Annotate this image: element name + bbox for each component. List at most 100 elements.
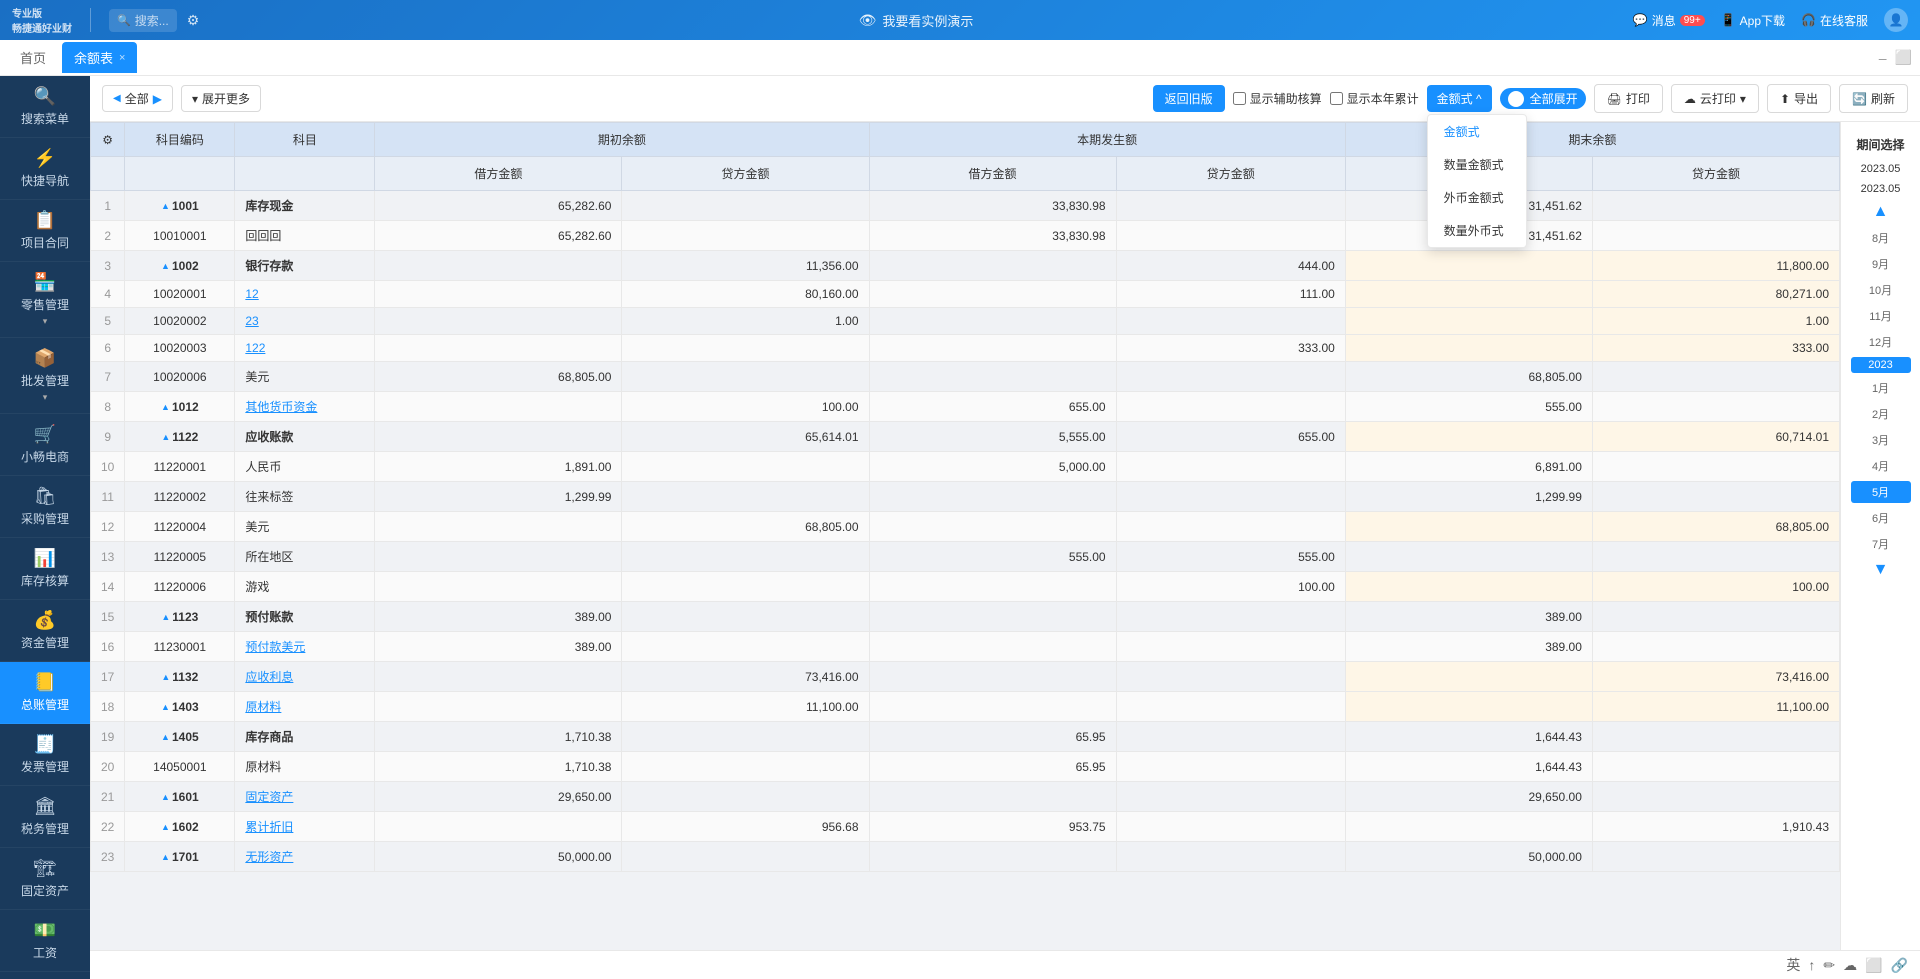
tab-close-icon[interactable]: × xyxy=(119,52,125,64)
table-row[interactable]: 8▲1012其他货币资金100.00655.00555.00 xyxy=(91,392,1840,422)
table-row[interactable]: 610020003122333.00333.00 xyxy=(91,335,1840,362)
sidebar-item-invoice[interactable]: 🧾 发票管理 xyxy=(0,724,90,786)
mode-option-qty-amount[interactable]: 数量金额式 xyxy=(1428,148,1526,181)
month-8[interactable]: 8月 xyxy=(1851,227,1911,249)
month-6[interactable]: 6月 xyxy=(1851,507,1911,529)
sidebar-item-retail[interactable]: 🏪 零售管理 ▾ xyxy=(0,262,90,338)
th-credit-end: 贷方金额 xyxy=(1592,157,1839,191)
mode-dropdown[interactable]: 金额式 ^ 金额式 数量金额式 外币金额式 数量外币式 xyxy=(1427,85,1492,112)
table-row[interactable]: 3▲1002银行存款11,356.00444.0011,800.00 xyxy=(91,251,1840,281)
period-select-title: 期间选择 xyxy=(1852,132,1908,157)
table-row[interactable]: 1311220005所在地区555.00555.00 xyxy=(91,542,1840,572)
link-icon[interactable]: 🔗 xyxy=(1891,957,1908,974)
table-row[interactable]: 510020002231.001.00 xyxy=(91,308,1840,335)
sidebar-item-inventory[interactable]: 📊 库存核算 xyxy=(0,538,90,600)
print-icon: 🖨 xyxy=(1607,92,1622,106)
table-row[interactable]: 1411220006游戏100.00100.00 xyxy=(91,572,1840,602)
mode-dropdown-trigger[interactable]: 金额式 ^ xyxy=(1427,85,1492,112)
th-period-current: 本期发生额 xyxy=(869,123,1345,157)
mode-dropdown-menu: 金额式 数量金额式 外币金额式 数量外币式 xyxy=(1427,114,1527,248)
table-row[interactable]: 18▲1403原材料11,100.0011,100.00 xyxy=(91,692,1840,722)
sidebar-item-purchase[interactable]: 🛍 采购管理 xyxy=(0,476,90,538)
tab-minimize[interactable]: – xyxy=(1879,50,1887,66)
table-row[interactable]: 15▲1123预付账款389.00389.00 xyxy=(91,602,1840,632)
chevron-down-icon: ▾ xyxy=(1740,92,1746,106)
sidebar-item-nav[interactable]: ⚡ 快捷导航 xyxy=(0,138,90,200)
sidebar-item-payroll[interactable]: 💵 工资 xyxy=(0,910,90,972)
sidebar-item-ecommerce[interactable]: 🛒 小畅电商 xyxy=(0,414,90,476)
sidebar-item-tax[interactable]: 🏛 税务管理 xyxy=(0,786,90,848)
cloud-print-btn[interactable]: ☁ 云打印 ▾ xyxy=(1671,84,1759,113)
table-row[interactable]: 21▲1601固定资产29,650.0029,650.00 xyxy=(91,782,1840,812)
mode-option-foreign-amount[interactable]: 外币金额式 xyxy=(1428,181,1526,214)
lang-icon[interactable]: 英 xyxy=(1786,955,1800,975)
month-1[interactable]: 1月 xyxy=(1851,377,1911,399)
online-service-btn[interactable]: 🎧 在线客服 xyxy=(1801,12,1868,29)
month-3[interactable]: 3月 xyxy=(1851,429,1911,451)
sidebar-item-search[interactable]: 🔍 搜索菜单 xyxy=(0,76,90,138)
th-code: 科目编码 xyxy=(125,123,235,157)
expand-btn[interactable]: ▾ 展开更多 xyxy=(181,85,261,112)
th-period-initial: 期初余额 xyxy=(375,123,869,157)
mode-option-qty-foreign[interactable]: 数量外币式 xyxy=(1428,214,1526,247)
table-row[interactable]: 2014050001原材料1,710.3865.951,644.43 xyxy=(91,752,1840,782)
month-4[interactable]: 4月 xyxy=(1851,455,1911,477)
upload-icon[interactable]: ↑ xyxy=(1808,957,1815,973)
table-row[interactable]: 1111220002往来标签1,299.991,299.99 xyxy=(91,482,1840,512)
month-9[interactable]: 9月 xyxy=(1851,253,1911,275)
edit-icon[interactable]: ✏ xyxy=(1823,957,1835,974)
table-row[interactable]: 23▲1701无形资产50,000.0050,000.00 xyxy=(91,842,1840,872)
year-up-arrow[interactable]: ▲ xyxy=(1871,201,1891,223)
main-layout: 🔍 搜索菜单 ⚡ 快捷导航 📋 项目合同 🏪 零售管理 ▾ 📦 批发管理 ▾ 🛒… xyxy=(0,76,1920,979)
sidebar-item-operations[interactable]: 📈 经营管理 xyxy=(0,972,90,979)
show-ytd-checkbox[interactable]: 显示本年累计 xyxy=(1330,90,1419,107)
export-btn[interactable]: ⬆ 导出 xyxy=(1767,84,1831,113)
cloud-print-icon: ☁ xyxy=(1684,92,1696,106)
print-btn[interactable]: 🖨 打印 xyxy=(1594,84,1663,113)
refresh-btn[interactable]: 🔄 刷新 xyxy=(1839,84,1908,113)
all-filter-btn[interactable]: ◀ 全部 ▶ xyxy=(102,85,173,112)
sidebar-item-wholesale[interactable]: 📦 批发管理 ▾ xyxy=(0,338,90,414)
logo-name: 畅捷通好业财 xyxy=(12,20,72,35)
sidebar-item-contract[interactable]: 📋 项目合同 xyxy=(0,200,90,262)
bottom-bar: 英 ↑ ✏ ☁ ⬜ 🔗 xyxy=(90,950,1920,979)
table-row[interactable]: 1▲1001库存现金65,282.6033,830.9831,451.62 xyxy=(91,191,1840,221)
month-10[interactable]: 10月 xyxy=(1851,279,1911,301)
box-icon[interactable]: ⬜ xyxy=(1865,957,1882,974)
month-12[interactable]: 12月 xyxy=(1851,331,1911,353)
tab-maximize[interactable]: ⬜ xyxy=(1895,49,1912,66)
app-download-btn[interactable]: 📱 App下载 xyxy=(1721,12,1785,29)
messages-btn[interactable]: 💬 消息 99+ xyxy=(1633,12,1705,29)
tab-balance[interactable]: 余额表 × xyxy=(62,42,137,73)
month-2[interactable]: 2月 xyxy=(1851,403,1911,425)
table-row[interactable]: 710020006美元68,805.0068,805.00 xyxy=(91,362,1840,392)
table-row[interactable]: 17▲1132应收利息73,416.0073,416.00 xyxy=(91,662,1840,692)
table-row[interactable]: 19▲1405库存商品1,710.3865.951,644.43 xyxy=(91,722,1840,752)
back-old-btn[interactable]: 返回旧版 xyxy=(1153,85,1225,112)
month-11[interactable]: 11月 xyxy=(1851,305,1911,327)
user-avatar[interactable]: 👤 xyxy=(1884,8,1908,32)
sidebar: 🔍 搜索菜单 ⚡ 快捷导航 📋 项目合同 🏪 零售管理 ▾ 📦 批发管理 ▾ 🛒… xyxy=(0,76,90,979)
expand-all-toggle[interactable]: 全部展开 xyxy=(1500,88,1586,109)
table-row[interactable]: 1011220001人民币1,891.005,000.006,891.00 xyxy=(91,452,1840,482)
table-row[interactable]: 9▲1122应收账款65,614.015,555.00655.0060,714.… xyxy=(91,422,1840,452)
sidebar-item-fixed-assets[interactable]: 🏗 固定资产 xyxy=(0,848,90,910)
mode-option-amount[interactable]: 金额式 xyxy=(1428,115,1526,148)
sidebar-item-funds[interactable]: 💰 资金管理 xyxy=(0,600,90,662)
table-row[interactable]: 4100200011280,160.00111.0080,271.00 xyxy=(91,281,1840,308)
year-2023-label: 2023 xyxy=(1851,357,1911,373)
table-row[interactable]: 1211220004美元68,805.0068,805.00 xyxy=(91,512,1840,542)
year-down-arrow[interactable]: ▼ xyxy=(1871,559,1891,581)
sidebar-item-ledger[interactable]: 📒 总账管理 xyxy=(0,662,90,724)
month-7[interactable]: 7月 xyxy=(1851,533,1911,555)
table-row[interactable]: 1611230001预付款美元389.00389.00 xyxy=(91,632,1840,662)
table-row[interactable]: 22▲1602累计折旧956.68953.751,910.43 xyxy=(91,812,1840,842)
cloud-icon[interactable]: ☁ xyxy=(1843,957,1857,974)
th-settings[interactable]: ⚙ xyxy=(91,123,125,157)
table-row[interactable]: 210010001回回回65,282.6033,830.9831,451.62 xyxy=(91,221,1840,251)
show-assist-checkbox[interactable]: 显示辅助核算 xyxy=(1233,90,1322,107)
demo-link[interactable]: 👁 我要看实例演示 xyxy=(859,11,974,30)
month-5[interactable]: 5月 xyxy=(1851,481,1911,503)
tab-home[interactable]: 首页 xyxy=(8,42,58,73)
table-right-wrapper: ⚙ 科目编码 科目 期初余额 本期发生额 期末余额 借方金额 xyxy=(90,122,1920,950)
